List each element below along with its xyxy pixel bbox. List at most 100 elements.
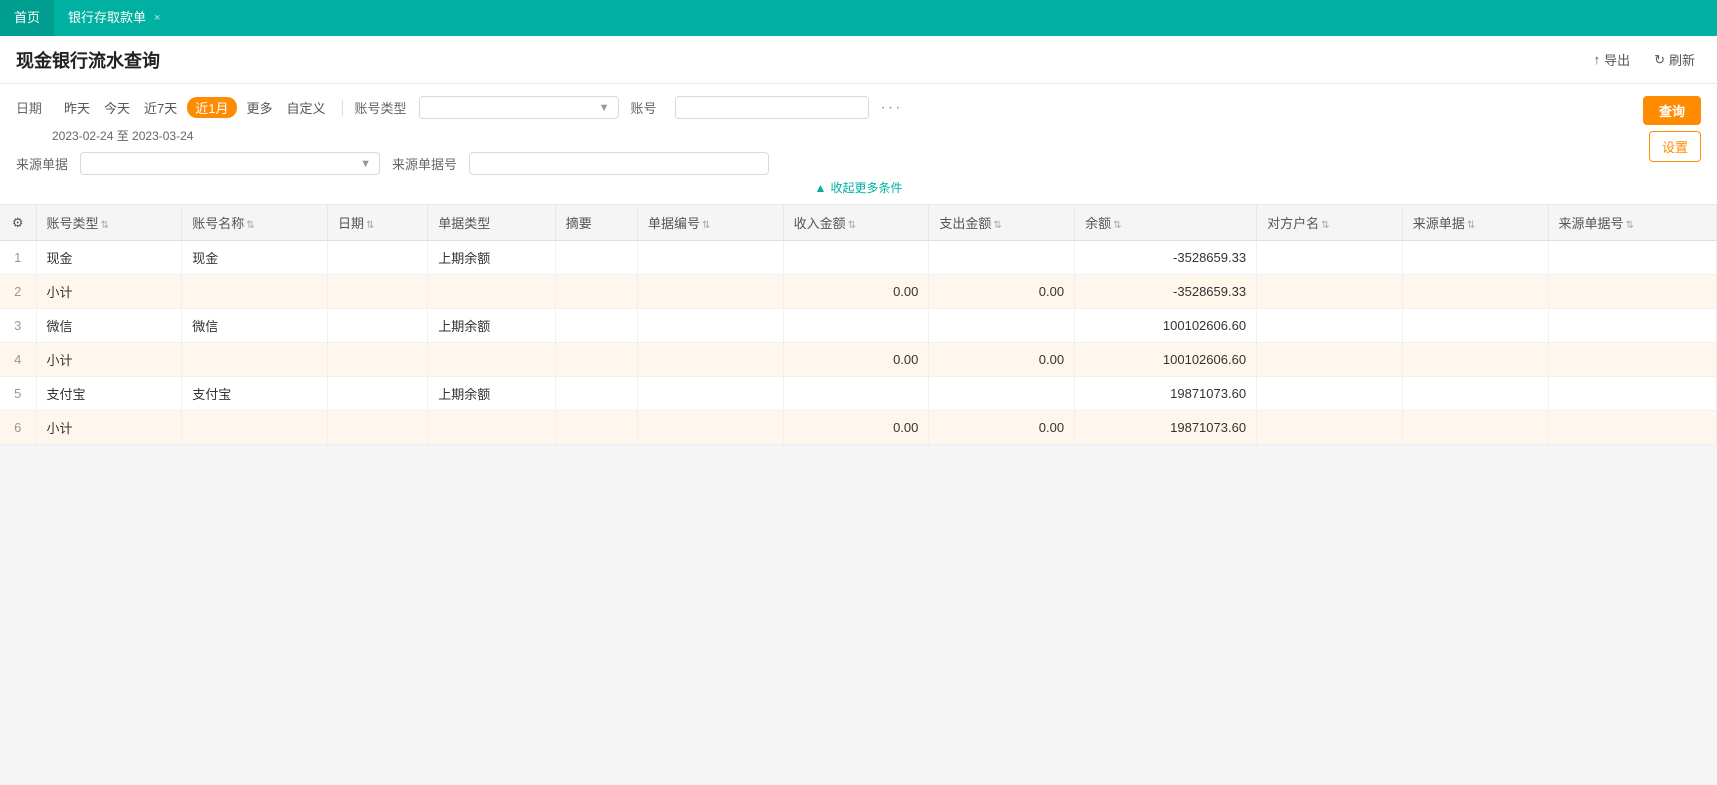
cell-5-row-1: [555, 241, 637, 275]
sort-icon-account_name: ⇅: [246, 220, 254, 231]
table-row: 6小计0.000.0019871073.60: [0, 411, 1717, 445]
sort-icon-expense: ⇅: [993, 220, 1001, 231]
col-header-date[interactable]: 日期⇅: [327, 205, 427, 241]
cell-2-row-3: 微信: [182, 309, 328, 343]
cell-3-row-3: [327, 309, 427, 343]
nav-tabs: 收款单×付款单×其他收入单×应收应付调整单×银行存取款单×预收冲应收单×收款核销…: [54, 0, 200, 36]
col-header-account_name[interactable]: 账号名称⇅: [182, 205, 328, 241]
cell-6-row-1: [637, 241, 783, 275]
cell-9-row-6: 19871073.60: [1075, 411, 1257, 445]
cell-0-row-5: 5: [0, 377, 36, 411]
cell-9-row-2: -3528659.33: [1075, 275, 1257, 309]
cell-12-row-5: [1548, 377, 1717, 411]
sort-icon-doc_no: ⇅: [702, 220, 710, 231]
col-header-income[interactable]: 收入金额⇅: [783, 205, 929, 241]
cell-10-row-2: [1257, 275, 1403, 309]
cell-11-row-4: [1402, 343, 1548, 377]
source-doc-no-label: 来源单据号: [392, 154, 457, 173]
col-header-source_doc_no[interactable]: 来源单据号⇅: [1548, 205, 1717, 241]
cell-10-row-4: [1257, 343, 1403, 377]
cell-6-row-3: [637, 309, 783, 343]
table-row: 3微信微信上期余额100102606.60: [0, 309, 1717, 343]
col-header-counterpart[interactable]: 对方户名⇅: [1257, 205, 1403, 241]
cell-1-row-6: 小计: [36, 411, 182, 445]
cell-5-row-5: [555, 377, 637, 411]
date-opt-4[interactable]: 更多: [243, 97, 277, 118]
date-options: 昨天今天近7天近1月更多自定义: [60, 97, 330, 118]
date-opt-0[interactable]: 昨天: [60, 97, 94, 118]
cell-7-row-3: [783, 309, 929, 343]
nav-home-label: 首页: [14, 0, 40, 36]
cell-11-row-5: [1402, 377, 1548, 411]
settings-button[interactable]: 设置: [1649, 131, 1701, 162]
cell-4-row-6: [428, 411, 556, 445]
cell-0-row-1: 1: [0, 241, 36, 275]
col-header-source_doc[interactable]: 来源单据⇅: [1402, 205, 1548, 241]
cell-9-row-4: 100102606.60: [1075, 343, 1257, 377]
export-button[interactable]: ↑ 导出: [1588, 46, 1637, 73]
date-opt-2[interactable]: 近7天: [140, 97, 181, 118]
table-header: ⚙账号类型⇅账号名称⇅日期⇅单据类型摘要单据编号⇅收入金额⇅支出金额⇅余额⇅对方…: [0, 205, 1717, 241]
table-row: 2小计0.000.00-3528659.33: [0, 275, 1717, 309]
cell-1-row-5: 支付宝: [36, 377, 182, 411]
cell-9-row-3: 100102606.60: [1075, 309, 1257, 343]
account-type-select[interactable]: ▼: [419, 96, 619, 119]
nav-home[interactable]: 首页: [0, 0, 54, 36]
cell-2-row-4: [182, 343, 328, 377]
cell-11-row-1: [1402, 241, 1548, 275]
source-doc-value: [89, 156, 93, 171]
table-body: 1现金现金上期余额-3528659.332小计0.000.00-3528659.…: [0, 241, 1717, 445]
cell-2-row-5: 支付宝: [182, 377, 328, 411]
date-opt-5[interactable]: 自定义: [283, 97, 330, 118]
nav-tab-label-4: 银行存取款单: [68, 0, 146, 36]
collapse-button[interactable]: ▲ 收起更多条件: [815, 179, 903, 196]
cell-1-row-3: 微信: [36, 309, 182, 343]
col-header-doc_no[interactable]: 单据编号⇅: [637, 205, 783, 241]
cell-8-row-3: [929, 309, 1075, 343]
date-opt-1[interactable]: 今天: [100, 97, 134, 118]
date-label: 日期: [16, 98, 48, 117]
nav-tab-4[interactable]: 银行存取款单×: [54, 0, 200, 36]
table-row: 4小计0.000.00100102606.60: [0, 343, 1717, 377]
cell-3-row-4: [327, 343, 427, 377]
cell-12-row-4: [1548, 343, 1717, 377]
account-input[interactable]: [675, 96, 869, 119]
cell-5-row-2: [555, 275, 637, 309]
col-header-balance[interactable]: 余额⇅: [1075, 205, 1257, 241]
col-header-account_type[interactable]: 账号类型⇅: [36, 205, 182, 241]
header-actions: ↑ 导出 ↻ 刷新: [1588, 46, 1701, 73]
filter-area: 日期 昨天今天近7天近1月更多自定义 账号类型 ▼ 账号 ··· 2023-02…: [0, 84, 1717, 205]
sort-icon-account_type: ⇅: [101, 220, 109, 231]
cell-11-row-2: [1402, 275, 1548, 309]
sort-icon-income: ⇅: [848, 220, 856, 231]
cell-11-row-6: [1402, 411, 1548, 445]
nav-tab-close-4[interactable]: ×: [154, 0, 160, 36]
data-table: ⚙账号类型⇅账号名称⇅日期⇅单据类型摘要单据编号⇅收入金额⇅支出金额⇅余额⇅对方…: [0, 205, 1717, 445]
cell-6-row-2: [637, 275, 783, 309]
cell-3-row-6: [327, 411, 427, 445]
more-dots[interactable]: ···: [881, 99, 903, 117]
page-header: 现金银行流水查询 ↑ 导出 ↻ 刷新: [0, 36, 1717, 84]
settings-col-icon[interactable]: ⚙: [12, 215, 24, 230]
refresh-button[interactable]: ↻ 刷新: [1648, 46, 1701, 73]
cell-7-row-4: 0.00: [783, 343, 929, 377]
cell-4-row-3: 上期余额: [428, 309, 556, 343]
sort-icon-source_doc: ⇅: [1467, 220, 1475, 231]
cell-2-row-2: [182, 275, 328, 309]
col-header-settings: ⚙: [0, 205, 36, 241]
table-row: 1现金现金上期余额-3528659.33: [0, 241, 1717, 275]
cell-7-row-2: 0.00: [783, 275, 929, 309]
cell-8-row-2: 0.00: [929, 275, 1075, 309]
chevron-down-icon-2: ▼: [360, 158, 371, 170]
source-doc-no-input[interactable]: [469, 152, 769, 175]
col-header-expense[interactable]: 支出金额⇅: [929, 205, 1075, 241]
cell-1-row-1: 现金: [36, 241, 182, 275]
query-button[interactable]: 查询: [1643, 96, 1701, 125]
source-doc-label: 来源单据: [16, 154, 68, 173]
date-opt-3[interactable]: 近1月: [187, 97, 236, 118]
cell-12-row-1: [1548, 241, 1717, 275]
source-doc-select[interactable]: ▼: [80, 152, 380, 175]
export-icon: ↑: [1594, 52, 1601, 67]
chevron-down-icon: ▼: [599, 102, 610, 114]
table-row: 5支付宝支付宝上期余额19871073.60: [0, 377, 1717, 411]
